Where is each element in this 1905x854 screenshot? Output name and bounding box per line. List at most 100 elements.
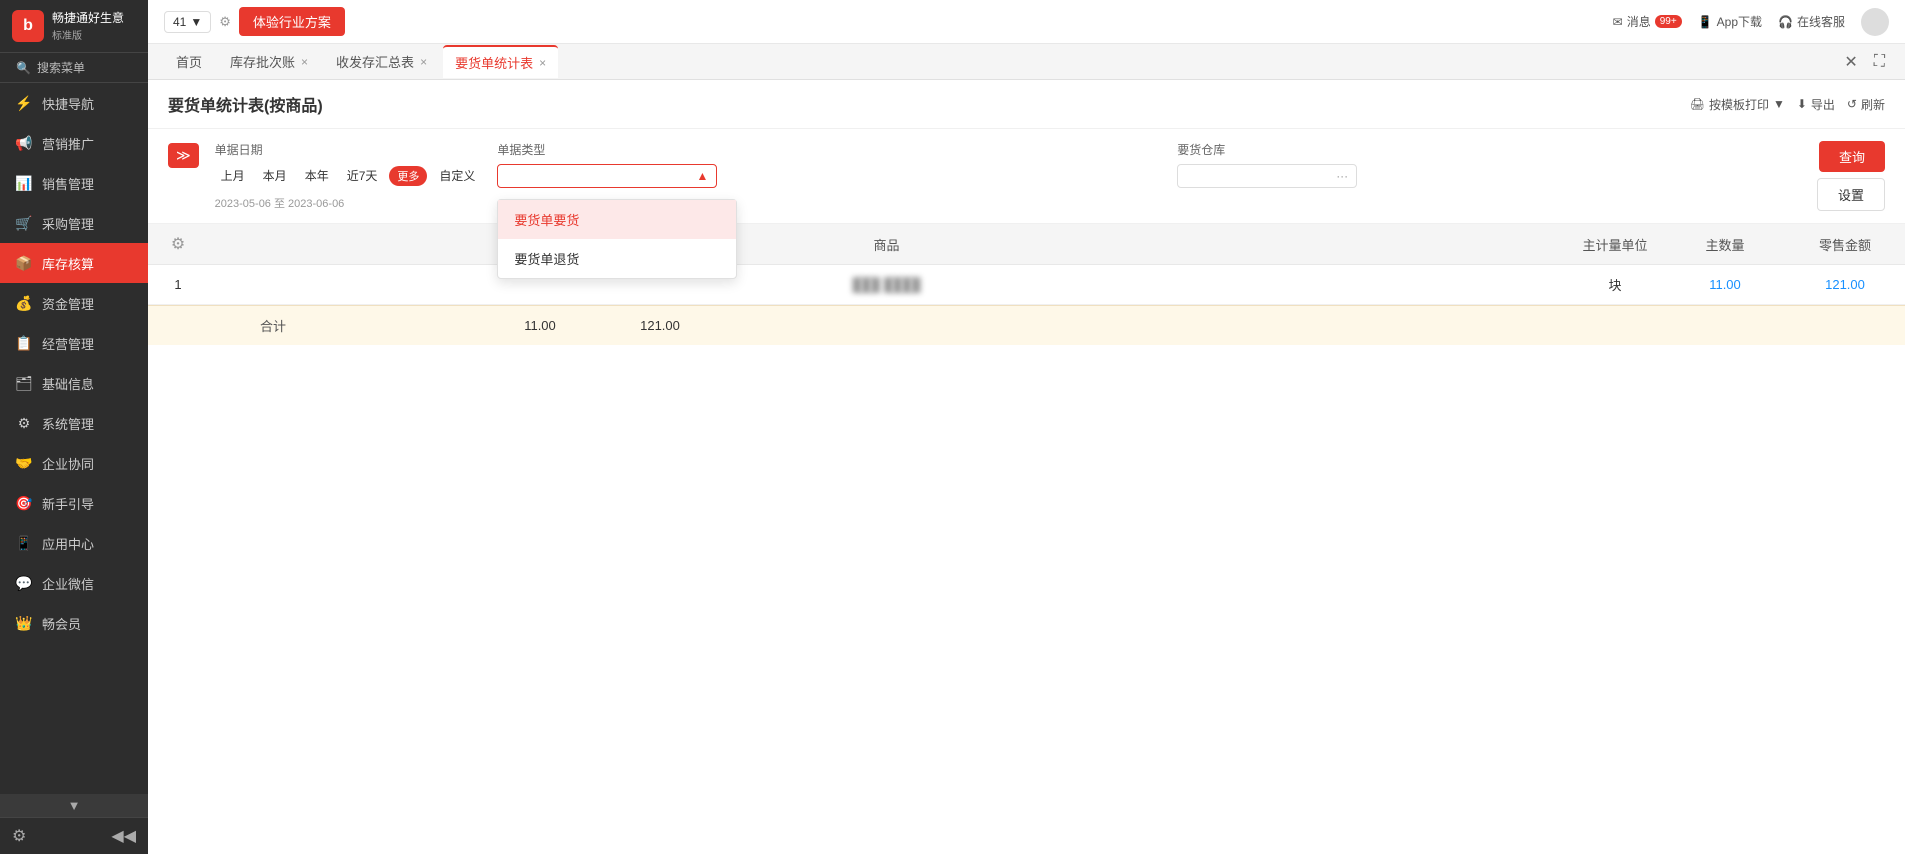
warehouse-filter-label: 要货仓库 xyxy=(1177,141,1357,158)
sidebar-item-inventory[interactable]: 📦 库存核算 xyxy=(0,243,148,283)
row-amount-value[interactable]: 121.00 xyxy=(1825,277,1865,292)
row-qty-value[interactable]: 11.00 xyxy=(1709,277,1741,292)
marketing-icon: 📢 xyxy=(14,133,34,153)
sidebar-item-finance[interactable]: 💰 资金管理 xyxy=(0,283,148,323)
sidebar-item-app-center[interactable]: 📱 应用中心 xyxy=(0,523,148,563)
logo-icon: b xyxy=(12,10,44,42)
row-goods: ███ ████ xyxy=(208,265,1565,305)
close-all-tabs-btn[interactable]: ✕ xyxy=(1840,48,1861,76)
date-last-month-btn[interactable]: 上月 xyxy=(215,164,251,187)
type-select-input[interactable] xyxy=(506,169,696,183)
tabbar-actions: ✕ ⛶ xyxy=(1840,48,1889,76)
dropdown-item-order-return[interactable]: 要货单退货 xyxy=(498,239,736,278)
sidebar-item-label: 库存核算 xyxy=(42,254,94,273)
dropdown-item-label: 要货单要货 xyxy=(514,213,579,228)
sidebar-item-sales[interactable]: 📊 销售管理 xyxy=(0,163,148,203)
footer-total-label: 合计 xyxy=(220,316,480,335)
date-range-display: 2023-05-06 至 2023-06-06 xyxy=(215,195,482,211)
filter-settings-btn[interactable]: 设置 xyxy=(1817,178,1885,211)
type-dropdown: 要货单要货 要货单退货 xyxy=(497,199,737,279)
online-service-btn[interactable]: 🎧 在线客服 xyxy=(1778,13,1845,30)
sidebar-item-quick-nav[interactable]: ⚡ 快捷导航 xyxy=(0,83,148,123)
wechat-icon: 💬 xyxy=(14,573,34,593)
sidebar-footer: ⚙ ◀◀ xyxy=(0,817,148,854)
store-selector[interactable]: 41 ▼ xyxy=(164,11,211,33)
search-icon: 🔍 xyxy=(16,61,31,75)
gear-icon[interactable]: ⚙ xyxy=(171,236,185,253)
th-gear[interactable]: ⚙ xyxy=(148,224,208,265)
type-select-wrapper[interactable]: ▲ xyxy=(497,164,717,188)
sidebar-item-member[interactable]: 👑 畅会员 xyxy=(0,603,148,643)
date-filter-label: 单据日期 xyxy=(215,141,482,158)
date-this-year-btn[interactable]: 本年 xyxy=(299,164,335,187)
sidebar-item-label: 畅会员 xyxy=(42,614,81,633)
topbar-gear-icon[interactable]: ⚙ xyxy=(219,14,231,30)
service-icon: 🎧 xyxy=(1778,15,1793,29)
th-goods: 商品 xyxy=(208,224,1565,265)
restore-tabs-btn[interactable]: ⛶ xyxy=(1870,49,1889,75)
tab-inventory-batch[interactable]: 库存批次账 × xyxy=(218,46,320,77)
tab-receipt-summary-close[interactable]: × xyxy=(420,55,427,69)
topbar: 41 ▼ ⚙ 体验行业方案 ✉ 消息 99+ 📱 App下载 🎧 在线客服 xyxy=(148,0,1905,44)
date-this-month-btn[interactable]: 本月 xyxy=(257,164,293,187)
query-btn[interactable]: 查询 xyxy=(1819,141,1885,172)
sidebar-item-label: 营销推广 xyxy=(42,134,94,153)
content-area: 要货单统计表(按商品) 🖨 按模板打印 ▼ ⬇ 导出 ↺ 刷新 xyxy=(148,80,1905,854)
col-unit-label: 主计量单位 xyxy=(1582,238,1647,253)
app-download-btn[interactable]: 📱 App下载 xyxy=(1698,13,1762,30)
sidebar-item-marketing[interactable]: 📢 营销推广 xyxy=(0,123,148,163)
th-unit: 主计量单位 xyxy=(1565,224,1665,265)
tab-order-summary[interactable]: 要货单统计表 × xyxy=(443,45,558,78)
table-footer: 合计 11.00 121.00 xyxy=(148,305,1905,345)
print-label: 按模板打印 xyxy=(1709,96,1769,113)
sidebar-scroll-down[interactable]: ▼ xyxy=(0,794,148,817)
sidebar-item-operations[interactable]: 📋 经营管理 xyxy=(0,323,148,363)
trial-btn[interactable]: 体验行业方案 xyxy=(239,7,345,36)
sales-icon: 📊 xyxy=(14,173,34,193)
user-avatar[interactable] xyxy=(1861,8,1889,36)
warehouse-select[interactable]: ··· xyxy=(1177,164,1357,188)
type-chevron-icon[interactable]: ▲ xyxy=(697,169,709,183)
sidebar-search[interactable]: 🔍 搜索菜单 xyxy=(0,53,148,83)
collapse-sidebar-icon[interactable]: ◀◀ xyxy=(111,826,136,846)
settings-footer-icon[interactable]: ⚙ xyxy=(12,826,26,846)
filter-bar: ≫ 单据日期 上月 本月 本年 近7天 更多 自定义 2023-05-06 至 … xyxy=(148,129,1905,224)
dropdown-item-label: 要货单退货 xyxy=(514,252,579,267)
th-amount: 零售金额 xyxy=(1785,224,1905,265)
row-amount[interactable]: 121.00 xyxy=(1785,265,1905,305)
export-btn[interactable]: ⬇ 导出 xyxy=(1797,96,1835,113)
sidebar-item-label: 企业协同 xyxy=(42,454,94,473)
warehouse-filter-group: 要货仓库 ··· xyxy=(1177,141,1357,188)
sidebar: b 畅捷通好生意 标准版 🔍 搜索菜单 ⚡ 快捷导航 📢 营销推广 📊 销售管理… xyxy=(0,0,148,854)
export-label: 导出 xyxy=(1811,96,1835,113)
sidebar-item-basic[interactable]: 🗂 基础信息 xyxy=(0,363,148,403)
tab-inventory-batch-close[interactable]: × xyxy=(301,55,308,69)
tab-home[interactable]: 首页 xyxy=(164,46,214,77)
print-btn[interactable]: 🖨 按模板打印 ▼ xyxy=(1690,96,1785,113)
sidebar-item-wechat[interactable]: 💬 企业微信 xyxy=(0,563,148,603)
sidebar-item-guide[interactable]: 🎯 新手引导 xyxy=(0,483,148,523)
sidebar-menu: ⚡ 快捷导航 📢 营销推广 📊 销售管理 🛒 采购管理 📦 库存核算 💰 资金管… xyxy=(0,83,148,794)
main-area: 41 ▼ ⚙ 体验行业方案 ✉ 消息 99+ 📱 App下载 🎧 在线客服 xyxy=(148,0,1905,854)
sidebar-item-system[interactable]: ⚙ 系统管理 xyxy=(0,403,148,443)
app-center-icon: 📱 xyxy=(14,533,34,553)
col-amount-label: 零售金额 xyxy=(1819,238,1871,253)
store-chevron-icon: ▼ xyxy=(190,15,202,29)
dropdown-item-order-goods[interactable]: 要货单要货 xyxy=(498,200,736,239)
date-last-7days-btn[interactable]: 近7天 xyxy=(341,164,384,187)
refresh-btn[interactable]: ↺ 刷新 xyxy=(1847,96,1885,113)
date-custom-btn[interactable]: 自定义 xyxy=(433,164,481,187)
inventory-icon: 📦 xyxy=(14,253,34,273)
sidebar-item-purchase[interactable]: 🛒 采购管理 xyxy=(0,203,148,243)
tab-order-summary-label: 要货单统计表 xyxy=(455,53,533,72)
warehouse-more-icon[interactable]: ··· xyxy=(1336,169,1348,183)
date-more-btn[interactable]: 更多 xyxy=(389,166,427,186)
tab-receipt-summary[interactable]: 收发存汇总表 × xyxy=(324,46,439,77)
filter-toggle-btn[interactable]: ≫ xyxy=(168,143,199,168)
messages-btn[interactable]: ✉ 消息 99+ xyxy=(1613,13,1682,30)
sidebar-item-label: 系统管理 xyxy=(42,414,94,433)
tab-order-summary-close[interactable]: × xyxy=(539,56,546,70)
sidebar-item-cooperation[interactable]: 🤝 企业协同 xyxy=(0,443,148,483)
row-qty[interactable]: 11.00 xyxy=(1665,265,1785,305)
online-service-label: 在线客服 xyxy=(1797,13,1845,30)
